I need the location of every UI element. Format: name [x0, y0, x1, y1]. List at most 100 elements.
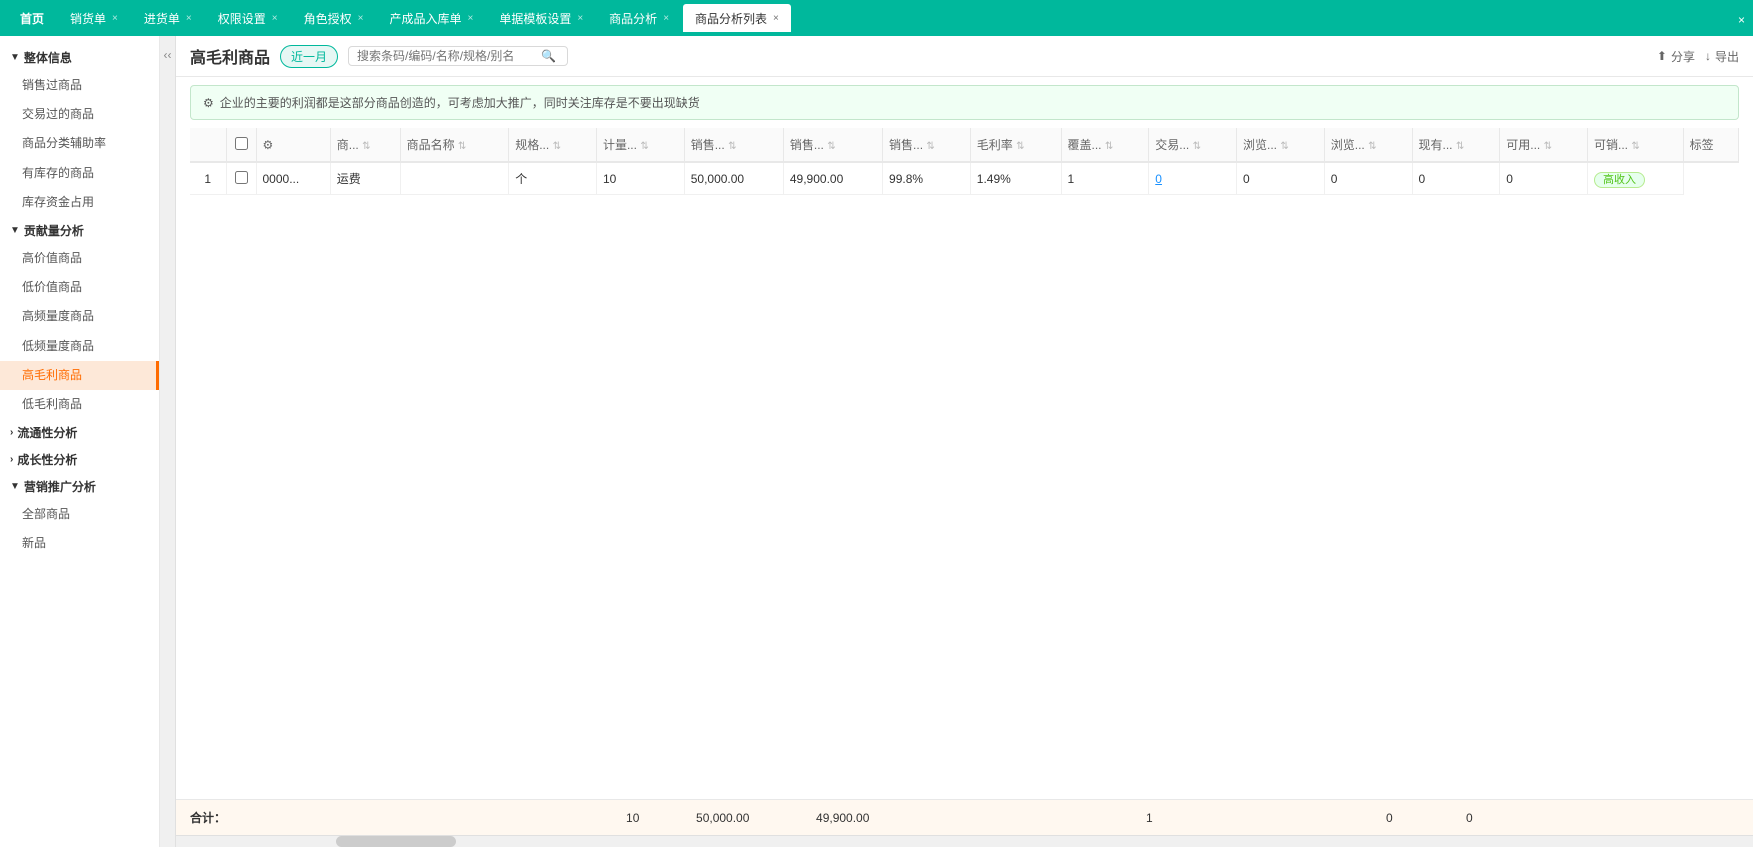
sidebar-group-growth[interactable]: › 成长性分析 — [0, 446, 159, 473]
col-header-settings[interactable]: ⚙ — [256, 128, 330, 162]
col-header-sales-cost[interactable]: 销售... ⇅ — [883, 128, 971, 162]
tab-analysis-list[interactable]: 商品分析列表 × — [683, 4, 791, 32]
sidebar-group-marketing[interactable]: ▼ 营销推广分析 — [0, 473, 159, 500]
col-header-sellable[interactable]: 可销... ⇅ — [1588, 128, 1684, 162]
export-button[interactable]: ↓ 导出 — [1705, 48, 1739, 65]
sort-sales-cost-icon[interactable]: ⇅ — [926, 141, 934, 152]
col-header-browse1[interactable]: 浏览... ⇅ — [1237, 128, 1325, 162]
sidebar-item-sales-products[interactable]: 销售过商品 — [0, 71, 159, 100]
sidebar-item-low-freq[interactable]: 低频量度商品 — [0, 332, 159, 361]
sidebar-group-overall[interactable]: ▼ 整体信息 — [0, 44, 159, 71]
sort-spec-icon[interactable]: ⇅ — [553, 141, 561, 152]
close-template-tab[interactable]: × — [577, 13, 583, 24]
share-button[interactable]: ⬆ 分享 — [1657, 48, 1695, 65]
footer-current-stock: 0 — [1366, 811, 1426, 825]
close-auth-tab[interactable]: × — [272, 13, 278, 24]
tab-sales[interactable]: 销货单 × — [58, 4, 130, 32]
sidebar-group-wealth[interactable]: ▼ 贡献量分析 — [0, 217, 159, 244]
col-header-sales-qty[interactable]: 销售... ⇅ — [684, 128, 783, 162]
sidebar-item-high-value[interactable]: 高价值商品 — [0, 244, 159, 273]
close-analysis-list-tab[interactable]: × — [773, 13, 779, 24]
sort-sellable-icon[interactable]: ⇅ — [1631, 141, 1639, 152]
cell-code[interactable]: 0000... — [256, 162, 330, 195]
sidebar-item-high-margin[interactable]: 高毛利商品 — [0, 361, 159, 390]
arrow-growth: › — [10, 454, 13, 465]
tab-purchase[interactable]: 进货单 × — [132, 4, 204, 32]
col-header-coverage[interactable]: 覆盖... ⇅ — [1061, 128, 1149, 162]
period-button[interactable]: 近一月 — [280, 45, 338, 68]
col-header-available[interactable]: 可用... ⇅ — [1500, 128, 1588, 162]
arrow-flow: › — [10, 427, 13, 438]
select-all-checkbox[interactable] — [235, 137, 248, 150]
sidebar-collapse-btn[interactable]: ‹‹ — [160, 36, 176, 847]
sort-current-stock-icon[interactable]: ⇅ — [1456, 141, 1464, 152]
close-all-tabs[interactable]: × — [1738, 8, 1745, 29]
footer-sales-amount: 50,000.00 — [686, 811, 786, 825]
settings-icon[interactable]: ⚙ — [263, 138, 274, 152]
cell-current-stock: 0 — [1324, 162, 1412, 195]
sidebar-item-low-margin[interactable]: 低毛利商品 — [0, 390, 159, 419]
close-purchase-tab[interactable]: × — [186, 13, 192, 24]
close-role-tab[interactable]: × — [358, 13, 364, 24]
scrollbar-thumb[interactable] — [336, 836, 456, 847]
tab-role-auth[interactable]: 角色授权 × — [292, 4, 376, 32]
sort-available-icon[interactable]: ⇅ — [1544, 141, 1552, 152]
tab-analysis[interactable]: 商品分析 × — [597, 4, 681, 32]
sort-code-icon[interactable]: ⇅ — [362, 141, 370, 152]
col-header-margin-rate[interactable]: 毛利率 ⇅ — [970, 128, 1061, 162]
cell-sellable: 0 — [1500, 162, 1588, 195]
col-header-spec[interactable]: 规格... ⇅ — [509, 128, 597, 162]
table-container[interactable]: ⚙ 商... ⇅ 商品名称 ⇅ 规格... ⇅ — [176, 128, 1753, 799]
sidebar-item-high-freq[interactable]: 高频量度商品 — [0, 302, 159, 331]
tab-template[interactable]: 单据模板设置 × — [487, 4, 595, 32]
sidebar-item-all-products[interactable]: 全部商品 — [0, 500, 159, 529]
sidebar-group-growth-label: 成长性分析 — [17, 451, 77, 468]
sort-coverage-icon[interactable]: ⇅ — [1105, 141, 1113, 152]
search-icon[interactable]: 🔍 — [541, 49, 556, 63]
col-header-current-stock[interactable]: 现有... ⇅ — [1412, 128, 1500, 162]
cell-name[interactable]: 运费 — [330, 162, 400, 195]
sort-unit-icon[interactable]: ⇅ — [640, 141, 648, 152]
cell-browse1[interactable]: 0 — [1149, 162, 1237, 195]
sort-browse2-icon[interactable]: ⇅ — [1368, 141, 1376, 152]
sidebar-item-stocked-products[interactable]: 有库存的商品 — [0, 159, 159, 188]
footer-label: 合计： — [190, 809, 226, 826]
sidebar-item-traded-products[interactable]: 交易过的商品 — [0, 100, 159, 129]
sidebar-item-product-assist[interactable]: 商品分类辅助率 — [0, 129, 159, 158]
col-header-unit[interactable]: 计量... ⇅ — [596, 128, 684, 162]
sort-browse1-icon[interactable]: ⇅ — [1280, 141, 1288, 152]
footer-transaction: 1 — [1126, 811, 1186, 825]
close-analysis-tab[interactable]: × — [663, 13, 669, 24]
close-product-entry-tab[interactable]: × — [467, 13, 473, 24]
tab-auth-settings[interactable]: 权限设置 × — [206, 4, 290, 32]
sort-margin-icon[interactable]: ⇅ — [1016, 141, 1024, 152]
tab-purchase-label: 进货单 — [144, 10, 180, 27]
search-input[interactable] — [357, 49, 537, 63]
col-header-code[interactable]: 商... ⇅ — [330, 128, 400, 162]
cell-check[interactable] — [226, 162, 256, 195]
sidebar-item-low-value[interactable]: 低价值商品 — [0, 273, 159, 302]
col-header-transaction[interactable]: 交易... ⇅ — [1149, 128, 1237, 162]
sidebar-item-new-products[interactable]: 新品 — [0, 529, 159, 558]
search-box: 🔍 — [348, 46, 568, 66]
row-checkbox[interactable] — [235, 171, 248, 184]
tab-home[interactable]: 首页 — [8, 4, 56, 32]
sidebar-group-flow[interactable]: › 流通性分析 — [0, 419, 159, 446]
sort-transaction-icon[interactable]: ⇅ — [1193, 141, 1201, 152]
col-header-name[interactable]: 商品名称 ⇅ — [400, 128, 509, 162]
cell-index: 1 — [190, 162, 226, 195]
sort-name-icon[interactable]: ⇅ — [458, 141, 466, 152]
tag-badge: 高收入 — [1594, 172, 1645, 188]
header-actions: ⬆ 分享 ↓ 导出 — [1657, 48, 1739, 65]
footer-available: 0 — [1446, 811, 1506, 825]
tab-home-label: 首页 — [20, 10, 44, 27]
cell-sales-amount: 50,000.00 — [684, 162, 783, 195]
col-header-sales-amount[interactable]: 销售... ⇅ — [783, 128, 882, 162]
col-header-browse2[interactable]: 浏览... ⇅ — [1324, 128, 1412, 162]
tab-product-entry[interactable]: 产成品入库单 × — [377, 4, 485, 32]
close-sales-tab[interactable]: × — [112, 13, 118, 24]
sort-sales-amount-icon[interactable]: ⇅ — [827, 141, 835, 152]
horizontal-scrollbar[interactable] — [176, 835, 1753, 847]
sidebar-item-stock-capital[interactable]: 库存资金占用 — [0, 188, 159, 217]
sort-sales-qty-icon[interactable]: ⇅ — [728, 141, 736, 152]
